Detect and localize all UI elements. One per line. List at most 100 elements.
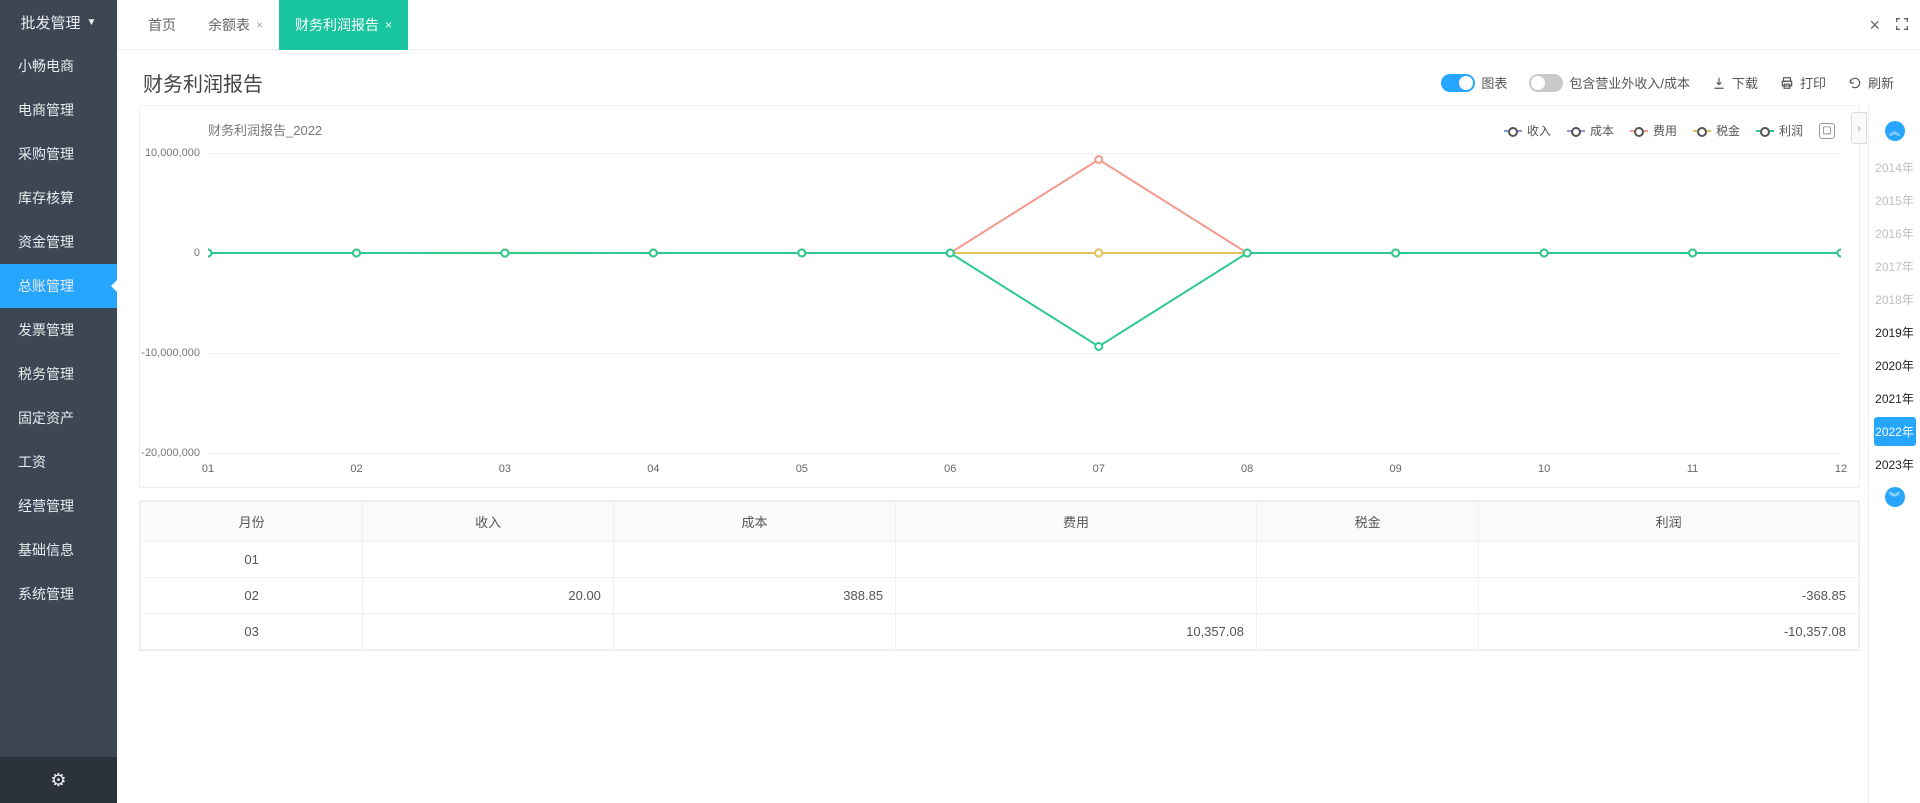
tab-0[interactable]: 首页	[132, 0, 192, 50]
sidebar-item-5[interactable]: 总账管理	[0, 264, 117, 308]
table-row: 01	[141, 542, 1859, 578]
download-button[interactable]: 下载	[1712, 73, 1758, 92]
table-cell	[613, 542, 895, 578]
x-tick-label: 12	[1835, 463, 1847, 475]
table-header: 收入	[363, 502, 614, 542]
x-tick-label: 04	[647, 463, 659, 475]
extra-toggle-label: 包含营业外收入/成本	[1569, 73, 1690, 92]
chart-toggle-label: 图表	[1481, 73, 1507, 92]
download-icon	[1712, 76, 1726, 90]
sidebar-item-6[interactable]: 发票管理	[0, 308, 117, 352]
chart-legend: 收入成本 费用 税金 利润 ▢	[1504, 122, 1835, 139]
table-header: 成本	[613, 502, 895, 542]
table-cell: 388.85	[613, 578, 895, 614]
toolbar: 图表 包含营业外收入/成本 下载 打印 刷新	[1441, 73, 1894, 92]
year-scroll-down[interactable]: ︾	[1885, 487, 1905, 507]
legend-label: 费用	[1653, 122, 1677, 139]
chart-toggle[interactable]: 图表	[1441, 73, 1507, 92]
sidebar-item-3[interactable]: 库存核算	[0, 176, 117, 220]
print-button[interactable]: 打印	[1780, 73, 1826, 92]
table-cell: -10,357.08	[1479, 614, 1859, 650]
data-table: 月份收入成本费用税金利润 010220.00388.85-368.850310,…	[139, 500, 1860, 651]
refresh-label: 刷新	[1868, 73, 1894, 92]
table-header: 税金	[1256, 502, 1478, 542]
legend-label: 税金	[1716, 122, 1740, 139]
year-option[interactable]: 2015年	[1874, 186, 1916, 215]
extra-toggle[interactable]: 包含营业外收入/成本	[1529, 73, 1690, 92]
x-tick-label: 06	[944, 463, 956, 475]
year-option[interactable]: 2022年	[1874, 417, 1916, 446]
table-cell	[1256, 614, 1478, 650]
print-icon	[1780, 76, 1794, 90]
legend-item[interactable]: 成本	[1567, 122, 1614, 139]
chart-collapse-handle[interactable]: ›	[1851, 112, 1867, 144]
sidebar-item-10[interactable]: 经营管理	[0, 484, 117, 528]
tab-2[interactable]: 财务利润报告 ×	[279, 0, 408, 50]
x-tick-label: 08	[1241, 463, 1253, 475]
refresh-button[interactable]: 刷新	[1848, 73, 1894, 92]
table-cell	[896, 542, 1257, 578]
y-tick-label: 0	[194, 247, 200, 259]
table-cell	[896, 578, 1257, 614]
table-cell	[363, 614, 614, 650]
switch-chart[interactable]	[1441, 74, 1475, 92]
table-cell	[613, 614, 895, 650]
year-option[interactable]: 2019年	[1874, 318, 1916, 347]
legend-item[interactable]: 收入	[1504, 122, 1551, 139]
legend-swatch	[1504, 130, 1522, 132]
sidebar-item-8[interactable]: 固定资产	[0, 396, 117, 440]
sidebar-head-label: 批发管理	[21, 12, 81, 33]
table-cell	[1256, 542, 1478, 578]
sidebar-head[interactable]: 批发管理 ▼	[0, 0, 117, 44]
y-tick-label: -20,000,000	[141, 447, 200, 459]
year-option[interactable]: 2017年	[1874, 252, 1916, 281]
year-option[interactable]: 2021年	[1874, 384, 1916, 413]
gear-icon: ⚙	[50, 770, 66, 791]
sidebar-item-12[interactable]: 系统管理	[0, 572, 117, 616]
x-tick-label: 07	[1093, 463, 1105, 475]
table-cell: 10,357.08	[896, 614, 1257, 650]
year-option[interactable]: 2014年	[1874, 153, 1916, 182]
sidebar-item-7[interactable]: 税务管理	[0, 352, 117, 396]
x-tick-label: 01	[202, 463, 214, 475]
sidebar-item-2[interactable]: 采购管理	[0, 132, 117, 176]
sidebar-item-11[interactable]: 基础信息	[0, 528, 117, 572]
sidebar-settings[interactable]: ⚙	[0, 757, 117, 803]
x-tick-label: 02	[350, 463, 362, 475]
sidebar: 批发管理 ▼ 小畅电商电商管理采购管理库存核算资金管理总账管理发票管理税务管理固…	[0, 0, 117, 803]
fullscreen-icon[interactable]	[1894, 16, 1910, 35]
chart-save-icon[interactable]: ▢	[1819, 123, 1835, 139]
sidebar-item-9[interactable]: 工资	[0, 440, 117, 484]
sidebar-item-0[interactable]: 小畅电商	[0, 44, 117, 88]
legend-label: 利润	[1779, 122, 1803, 139]
sidebar-item-4[interactable]: 资金管理	[0, 220, 117, 264]
year-option[interactable]: 2020年	[1874, 351, 1916, 380]
legend-item[interactable]: 费用	[1630, 122, 1677, 139]
legend-swatch	[1567, 130, 1585, 132]
x-tick-label: 05	[796, 463, 808, 475]
table-row: 03 10,357.08 -10,357.08	[141, 614, 1859, 650]
close-panel-icon[interactable]: ×	[1869, 15, 1880, 36]
download-label: 下载	[1732, 73, 1758, 92]
y-tick-label: -10,000,000	[141, 347, 200, 359]
legend-item[interactable]: 利润	[1756, 122, 1803, 139]
legend-item[interactable]: 税金	[1693, 122, 1740, 139]
tab-bar: 首页余额表× 财务利润报告 × ×	[117, 0, 1920, 50]
tab-1[interactable]: 余额表×	[192, 0, 279, 50]
chart-card: 财务利润报告_2022 收入成本费用税金利润▢ › -20,000,000-10…	[139, 105, 1860, 488]
year-option[interactable]: 2018年	[1874, 285, 1916, 314]
close-icon[interactable]: ×	[256, 18, 263, 32]
switch-extra[interactable]	[1529, 74, 1563, 92]
year-option[interactable]: 2016年	[1874, 219, 1916, 248]
print-label: 打印	[1800, 73, 1826, 92]
tab-label: 财务利润报告	[295, 15, 379, 35]
y-tick-label: 10,000,000	[145, 147, 200, 159]
close-icon[interactable]: ×	[385, 18, 392, 32]
year-option[interactable]: 2023年	[1874, 450, 1916, 479]
page-title: 财务利润报告	[143, 68, 263, 97]
year-scroll-up[interactable]: ︽	[1885, 121, 1905, 141]
table-cell: 03	[141, 614, 363, 650]
table-cell	[1256, 578, 1478, 614]
sidebar-item-1[interactable]: 电商管理	[0, 88, 117, 132]
table-cell: 20.00	[363, 578, 614, 614]
